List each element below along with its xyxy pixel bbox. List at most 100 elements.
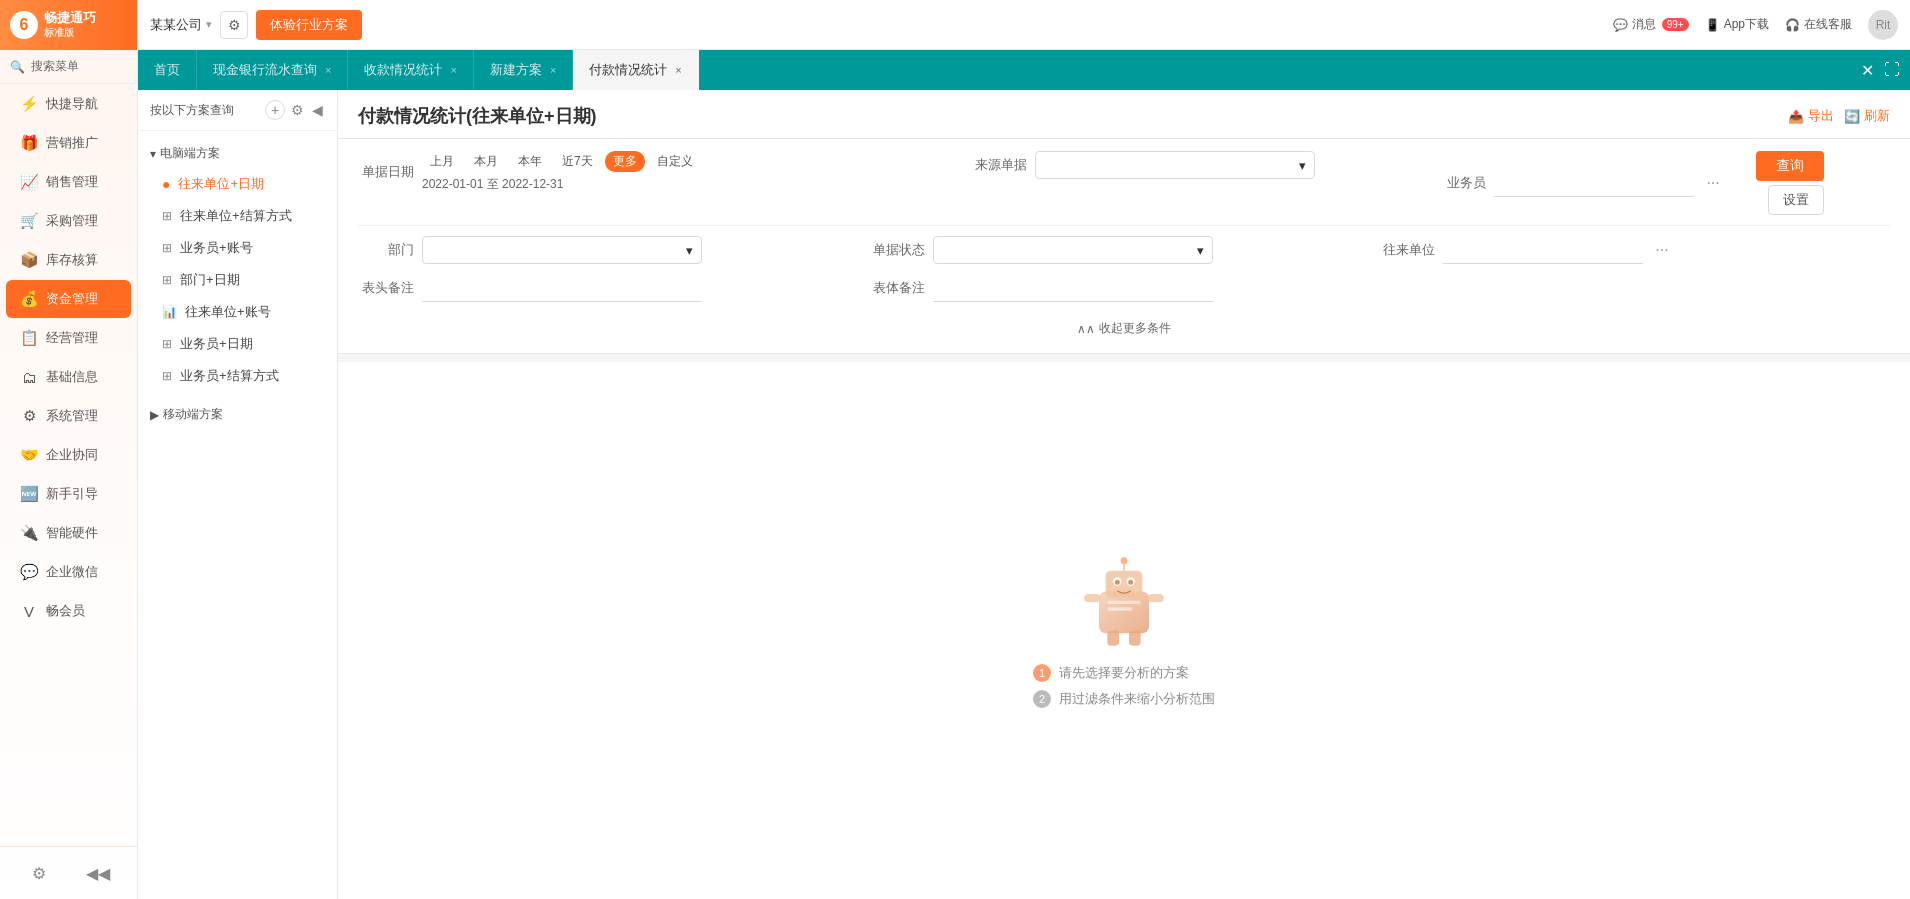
company-name: 某某公司 — [150, 16, 202, 34]
main-content: 某某公司 ▾ ⚙ 体验行业方案 💬 消息 99+ 📱 App下载 🎧 在线客服 — [138, 0, 1910, 899]
topbar-settings-btn[interactable]: ⚙ — [220, 11, 248, 39]
tab-bank-flow[interactable]: 现金银行流水查询 × — [197, 50, 348, 90]
date-this-year-btn[interactable]: 本年 — [510, 151, 550, 172]
date-this-month-btn[interactable]: 本月 — [466, 151, 506, 172]
mobile-scheme-section[interactable]: ▶ 移动端方案 — [138, 400, 337, 429]
export-btn[interactable]: 📤 导出 — [1788, 107, 1834, 125]
chart-icon: ⊞ — [162, 209, 172, 223]
sidebar: 6 畅捷通巧 标准版 🔍 搜索菜单 ⚡ 快捷导航 🎁 营销推广 📈 销售管理 🛒… — [0, 0, 138, 899]
logo-icon: 6 — [10, 11, 38, 39]
add-scheme-btn[interactable]: + — [265, 100, 285, 120]
user-avatar[interactable]: Rit — [1868, 10, 1898, 40]
date-custom-btn[interactable]: 自定义 — [649, 151, 701, 172]
message-icon: 💬 — [1613, 18, 1628, 32]
notifications-btn[interactable]: 💬 消息 99+ — [1613, 16, 1689, 33]
date-more-btn[interactable]: 更多 — [605, 151, 645, 172]
sidebar-header: 6 畅捷通巧 标准版 — [0, 0, 137, 50]
scheme-item-label: 部门+日期 — [180, 271, 240, 289]
app-download-btn[interactable]: 📱 App下载 — [1705, 16, 1769, 33]
note-header-input[interactable] — [422, 274, 702, 302]
staff-input[interactable] — [1494, 169, 1694, 197]
query-btn[interactable]: 查询 — [1756, 151, 1824, 181]
unit-more-btn[interactable]: ··· — [1651, 241, 1675, 259]
sidebar-item-marketing[interactable]: 🎁 营销推广 — [6, 124, 131, 162]
sidebar-item-purchase[interactable]: 🛒 采购管理 — [6, 202, 131, 240]
maximize-icon[interactable]: ⛶ — [1884, 61, 1900, 79]
sidebar-item-finance[interactable]: 💰 资金管理 — [6, 280, 131, 318]
scheme-item-unit-date[interactable]: ● 往来单位+日期 — [138, 168, 337, 200]
date-label: 单据日期 — [358, 163, 414, 181]
sidebar-item-basic[interactable]: 🗂 基础信息 — [6, 358, 131, 396]
notifications-badge: 99+ — [1662, 18, 1689, 31]
tab-payment-close[interactable]: × — [675, 64, 681, 76]
sidebar-item-quick-nav[interactable]: ⚡ 快捷导航 — [6, 85, 131, 123]
collapse-up-icon: ∧∧ — [1077, 322, 1095, 336]
online-service-btn[interactable]: 🎧 在线客服 — [1785, 16, 1852, 33]
sidebar-item-guide[interactable]: 🆕 新手引导 — [6, 475, 131, 513]
docstatus-select[interactable]: ▾ — [933, 236, 1213, 264]
sidebar-item-hardware[interactable]: 🔌 智能硬件 — [6, 514, 131, 552]
sidebar-item-member[interactable]: V 畅会员 — [6, 592, 131, 630]
sidebar-item-enterprise[interactable]: 🤝 企业协同 — [6, 436, 131, 474]
tab-payment[interactable]: 付款情况统计 × — [573, 50, 698, 90]
sidebar-item-inventory[interactable]: 📦 库存核算 — [6, 241, 131, 279]
note-body-label: 表体备注 — [869, 279, 925, 297]
scheme-item-staff-settlement[interactable]: ⊞ 业务员+结算方式 — [138, 360, 337, 392]
staff-more-btn[interactable]: ··· — [1702, 174, 1726, 192]
empty-state: 1 请先选择要分析的方案 2 用过滤条件来缩小分析范围 — [338, 362, 1910, 899]
scheme-item-dept-date[interactable]: ⊞ 部门+日期 — [138, 264, 337, 296]
basic-icon: 🗂 — [20, 369, 38, 386]
scheme-item-unit-account[interactable]: 📊 往来单位+账号 — [138, 296, 337, 328]
refresh-btn[interactable]: 🔄 刷新 — [1844, 107, 1890, 125]
sidebar-item-label: 企业协同 — [46, 446, 98, 464]
close-all-tabs-icon[interactable]: ✕ — [1861, 61, 1874, 80]
tab-home[interactable]: 首页 — [138, 50, 197, 90]
sidebar-item-operations[interactable]: 📋 经营管理 — [6, 319, 131, 357]
scheme-item-unit-settlement[interactable]: ⊞ 往来单位+结算方式 — [138, 200, 337, 232]
scheme-settings-btn[interactable]: ⚙ — [289, 100, 306, 120]
export-icon: 📤 — [1788, 109, 1804, 124]
search-menu-btn[interactable]: 🔍 搜索菜单 — [0, 50, 137, 84]
empty-tip-2: 2 用过滤条件来缩小分析范围 — [1033, 690, 1215, 708]
app-download-label: App下载 — [1724, 16, 1769, 33]
sales-icon: 📈 — [20, 173, 38, 191]
filter-row-1: 单据日期 上月 本月 本年 近7天 更多 自定义 2022-01-01 至 20… — [358, 151, 1890, 215]
tab-new-scheme[interactable]: 新建方案 × — [474, 50, 573, 90]
company-selector[interactable]: 某某公司 ▾ — [150, 16, 212, 34]
dept-select[interactable]: ▾ — [422, 236, 702, 264]
trial-btn[interactable]: 体验行业方案 — [256, 10, 362, 40]
scheme-item-staff-date[interactable]: ⊞ 业务员+日期 — [138, 328, 337, 360]
filter-dept-item: 部门 ▾ — [358, 236, 869, 264]
sidebar-item-label: 智能硬件 — [46, 524, 98, 542]
date-7days-btn[interactable]: 近7天 — [554, 151, 601, 172]
unit-input[interactable] — [1443, 236, 1643, 264]
tab-home-label: 首页 — [154, 61, 180, 79]
enterprise-icon: 🤝 — [20, 446, 38, 464]
scheme-item-label: 往来单位+日期 — [178, 175, 264, 193]
tab-collection[interactable]: 收款情况统计 × — [348, 50, 473, 90]
dept-label: 部门 — [358, 241, 414, 259]
sidebar-item-wechat[interactable]: 💬 企业微信 — [6, 553, 131, 591]
tab-collection-close[interactable]: × — [450, 64, 456, 76]
panel-collapse-btn[interactable]: ◀ — [310, 100, 325, 120]
desktop-scheme-title[interactable]: ▾ 电脑端方案 — [138, 139, 337, 168]
tab-new-scheme-close[interactable]: × — [550, 64, 556, 76]
sidebar-settings-btn[interactable]: ⚙ — [23, 857, 55, 889]
sidebar-item-system[interactable]: ⚙ 系统管理 — [6, 397, 131, 435]
date-last-month-btn[interactable]: 上月 — [422, 151, 462, 172]
sidebar-collapse-btn[interactable]: ◀◀ — [82, 857, 114, 889]
note-body-input[interactable] — [933, 274, 1213, 302]
sidebar-item-sales[interactable]: 📈 销售管理 — [6, 163, 131, 201]
collapse-label: 收起更多条件 — [1099, 320, 1171, 337]
scheme-item-staff-account[interactable]: ⊞ 业务员+账号 — [138, 232, 337, 264]
refresh-label: 刷新 — [1864, 107, 1890, 125]
collapse-conditions-btn[interactable]: ∧∧ 收起更多条件 — [1077, 320, 1171, 337]
date-range-display: 2022-01-01 至 2022-12-31 — [422, 176, 701, 193]
filter-divider-1 — [358, 225, 1890, 226]
settings-display-btn[interactable]: 设置 — [1768, 185, 1824, 215]
chart-icon: ⊞ — [162, 337, 172, 351]
source-select[interactable]: ▾ — [1035, 151, 1315, 179]
collapse-row: ∧∧ 收起更多条件 — [358, 312, 1890, 341]
staff-label: 业务员 — [1430, 174, 1486, 192]
tab-bank-flow-close[interactable]: × — [325, 64, 331, 76]
